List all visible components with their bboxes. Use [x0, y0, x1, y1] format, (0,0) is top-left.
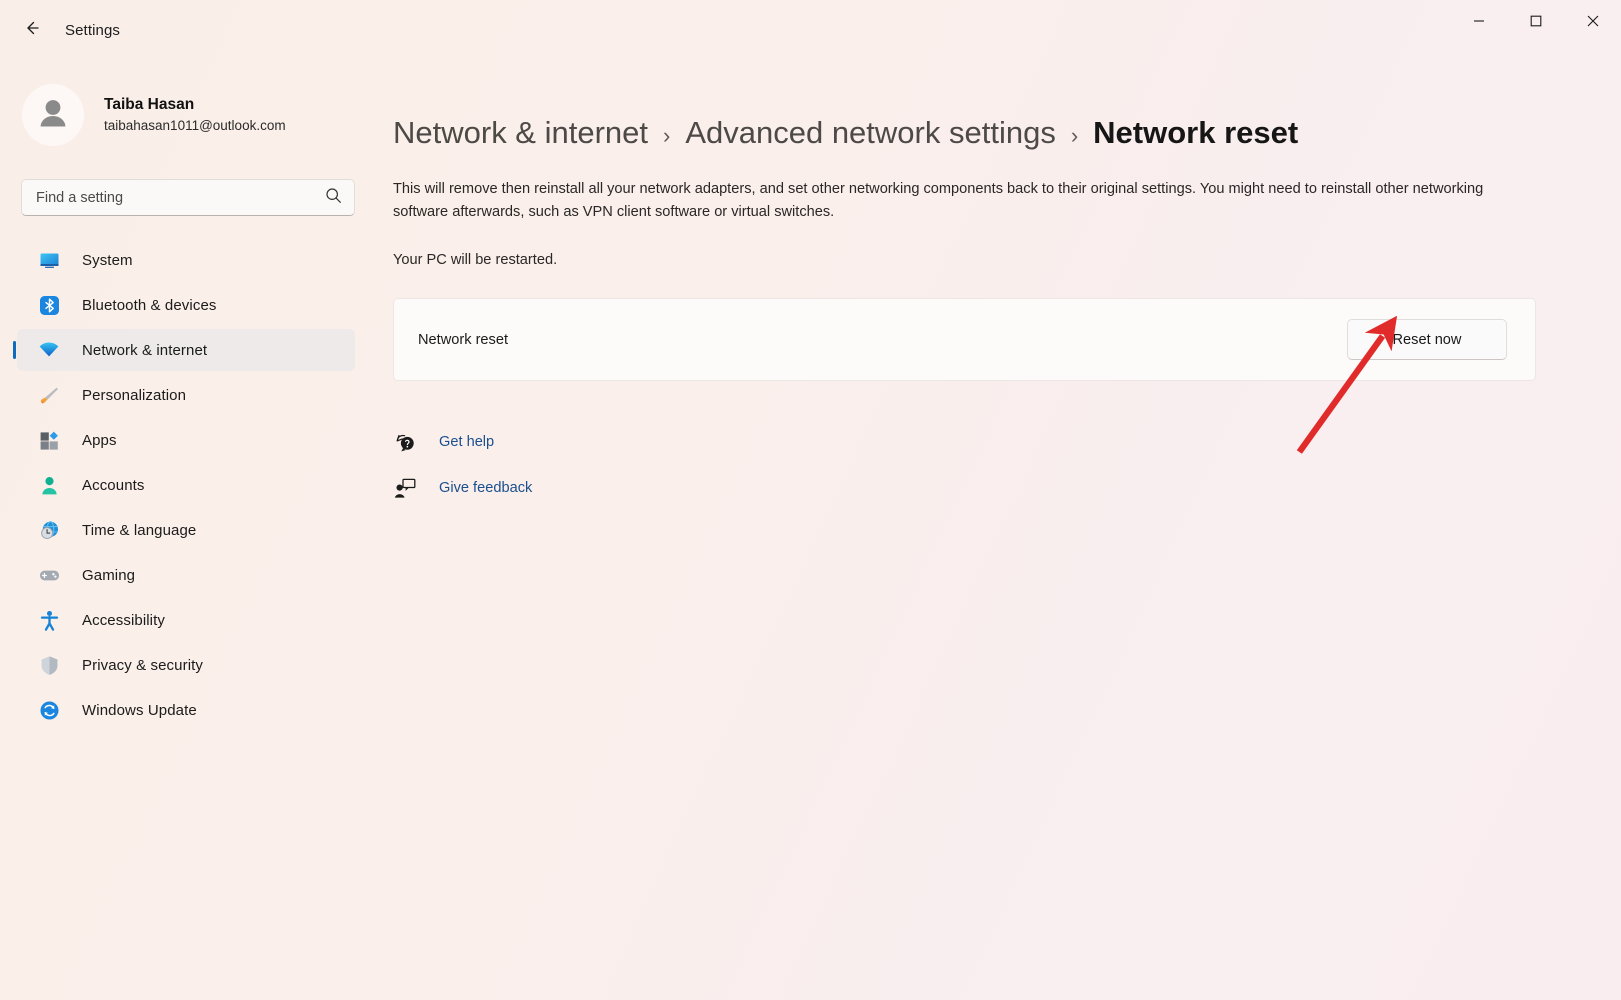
- sidebar-item-label: Accessibility: [82, 611, 165, 629]
- page-title: Network reset: [1093, 115, 1299, 150]
- main-content: Network & internet › Advanced network se…: [375, 60, 1621, 1000]
- gamepad-icon: [38, 564, 60, 586]
- sidebar-item-bluetooth-devices[interactable]: Bluetooth & devices: [17, 284, 355, 326]
- sidebar-nav: System Bluetooth & devices Network & int…: [0, 239, 375, 731]
- support-links: Get help Give feedback: [393, 425, 1571, 505]
- avatar: [22, 84, 84, 146]
- minimize-icon: [1473, 14, 1485, 32]
- sidebar-item-label: Network & internet: [82, 341, 208, 359]
- apps-grid-icon: [38, 429, 60, 451]
- sidebar-item-time-language[interactable]: Time & language: [17, 509, 355, 551]
- sidebar-item-label: Apps: [82, 431, 117, 449]
- close-icon: [1587, 14, 1599, 32]
- chevron-right-icon: ›: [1070, 123, 1079, 148]
- account-tile[interactable]: Taiba Hasan taibahasan1011@outlook.com: [0, 65, 375, 157]
- shield-icon: [38, 654, 60, 676]
- wifi-icon: [38, 339, 60, 361]
- sidebar-item-personalization[interactable]: Personalization: [17, 374, 355, 416]
- give-feedback-label: Give feedback: [439, 480, 533, 497]
- search-input[interactable]: [36, 189, 325, 206]
- bluetooth-icon: [38, 294, 60, 316]
- app-title: Settings: [65, 21, 120, 39]
- sidebar-item-accessibility[interactable]: Accessibility: [17, 599, 355, 641]
- title-bar: Settings: [0, 0, 1621, 60]
- breadcrumb-link-network-internet[interactable]: Network & internet: [393, 115, 648, 151]
- sidebar-item-windows-update[interactable]: Windows Update: [17, 689, 355, 731]
- sidebar-item-label: Windows Update: [82, 701, 197, 719]
- person-avatar-icon: [33, 93, 73, 138]
- chevron-right-icon: ›: [663, 123, 671, 148]
- page-description: This will remove then reinstall all your…: [393, 180, 1484, 221]
- sidebar-item-label: System: [82, 251, 133, 269]
- restart-note: Your PC will be restarted.: [393, 252, 558, 269]
- get-help-link[interactable]: Get help: [393, 425, 494, 459]
- sidebar-item-label: Bluetooth & devices: [82, 296, 217, 314]
- account-name: Taiba Hasan: [104, 95, 195, 113]
- sidebar-item-system[interactable]: System: [17, 239, 355, 281]
- get-help-label: Get help: [439, 434, 495, 451]
- sidebar-item-label: Privacy & security: [82, 656, 203, 674]
- sidebar-item-apps[interactable]: Apps: [17, 419, 355, 461]
- sidebar-item-label: Accounts: [82, 476, 145, 494]
- refresh-circle-icon: [38, 699, 60, 721]
- back-button[interactable]: [12, 13, 52, 47]
- sidebar-item-accounts[interactable]: Accounts: [17, 464, 355, 506]
- maximize-button[interactable]: [1507, 0, 1564, 46]
- network-reset-card: Network reset Reset now: [393, 298, 1536, 382]
- app-shell: Taiba Hasan taibahasan1011@outlook.com F…: [0, 60, 1621, 1000]
- search-icon[interactable]: [325, 187, 342, 209]
- minimize-button[interactable]: [1450, 0, 1507, 46]
- help-bubble-icon: [393, 430, 419, 454]
- window-controls: [1450, 0, 1621, 46]
- network-reset-label: Network reset: [418, 331, 509, 348]
- clock-globe-icon: [38, 519, 60, 541]
- breadcrumb-link-advanced-network-settings[interactable]: Advanced network settings: [685, 115, 1056, 151]
- sidebar-item-label: Gaming: [82, 566, 136, 584]
- account-email: taibahasan1011@outlook.com: [104, 117, 286, 133]
- person-icon: [38, 474, 60, 496]
- sidebar-item-label: Personalization: [82, 386, 187, 404]
- give-feedback-link[interactable]: Give feedback: [393, 471, 532, 505]
- sidebar-item-network-internet[interactable]: Network & internet: [17, 329, 355, 371]
- accessibility-person-icon: [38, 609, 60, 631]
- reset-now-button[interactable]: Reset now: [1347, 319, 1507, 361]
- maximize-icon: [1530, 14, 1542, 32]
- breadcrumb: Network & internet › Advanced network se…: [393, 115, 1571, 151]
- monitor-icon: [38, 249, 60, 271]
- search-box[interactable]: [21, 179, 355, 216]
- sidebar-item-label: Time & language: [82, 521, 197, 539]
- feedback-person-icon: [393, 476, 419, 500]
- close-button[interactable]: [1564, 0, 1621, 46]
- paintbrush-icon: [38, 384, 60, 406]
- sidebar-item-gaming[interactable]: Gaming: [17, 554, 355, 596]
- sidebar: Taiba Hasan taibahasan1011@outlook.com F…: [0, 60, 375, 1000]
- sidebar-item-privacy-security[interactable]: Privacy & security: [17, 644, 355, 686]
- arrow-left-icon: [22, 18, 42, 43]
